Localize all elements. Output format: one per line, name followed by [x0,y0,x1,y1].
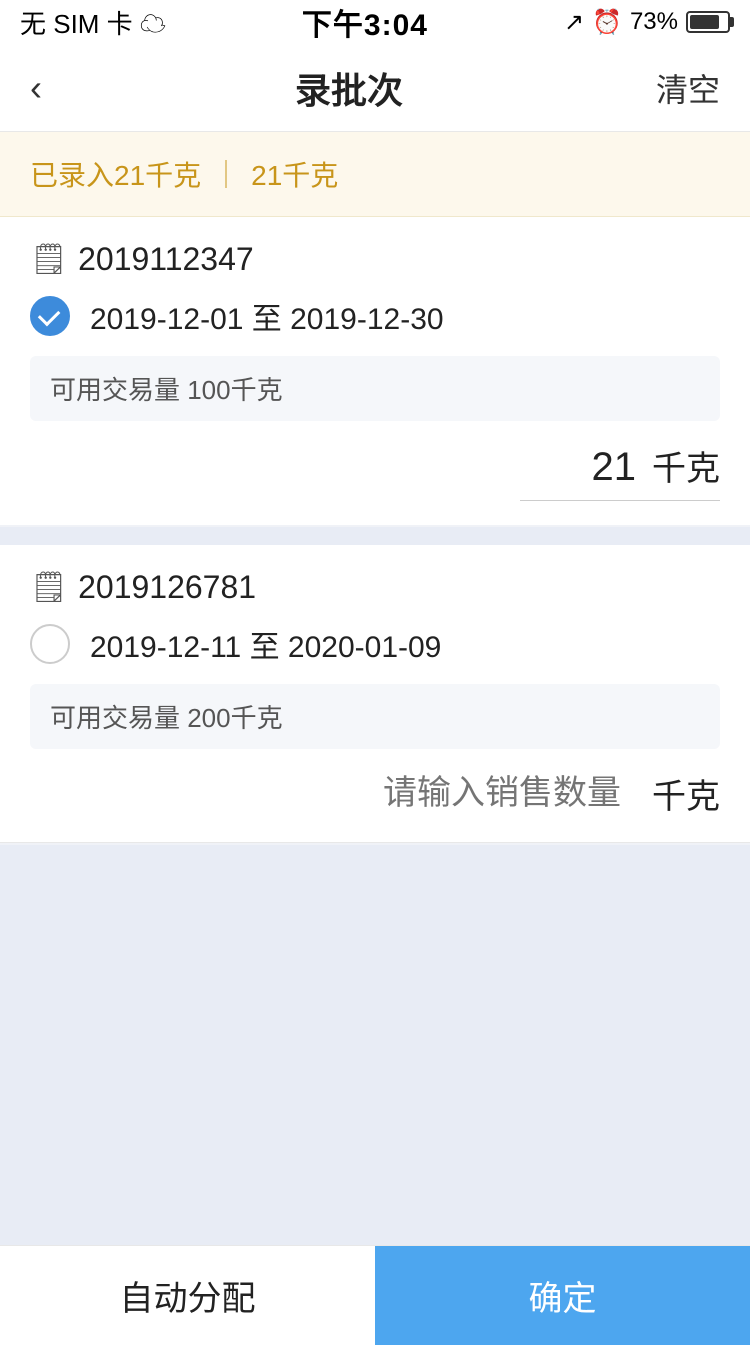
clear-button[interactable]: 清空 [656,65,720,111]
batch-id-1: 2019112347 [78,241,254,278]
qty-divider-1 [520,500,720,501]
battery-percent: 73% [630,8,678,36]
nav-bar: ‹ 录批次 清空 [0,44,750,132]
empty-area [0,845,750,1245]
status-left: 无 SIM 卡 ☁ [20,4,166,41]
avail-qty-2: 可用交易量 200千克 [30,684,720,749]
radio-btn-1[interactable] [30,296,70,336]
confirm-button[interactable]: 确定 [375,1246,750,1345]
info-banner: 已录入21千克 21千克 [0,132,750,217]
batch-id-row-1: 🗒 2019112347 [30,241,720,278]
date-row-1: 2019-12-01 至 2019-12-30 [30,294,720,338]
radio-btn-2[interactable] [30,624,70,664]
avail-qty-1: 可用交易量 100千克 [30,356,720,421]
back-button[interactable]: ‹ [30,67,42,109]
sim-text: 无 SIM 卡 ☁ [20,4,166,41]
status-right: ↗ ⏰ 73% [564,8,730,37]
status-time: 下午3:04 [302,0,428,44]
status-bar: 无 SIM 卡 ☁ 下午3:04 ↗ ⏰ 73% [0,0,750,44]
qty-unit-1: 千克 [652,441,720,490]
qty-input-row-2: 千克 [0,749,750,843]
alarm-icon: ⏰ [592,8,622,37]
recorded-qty: 已录入21千克 [30,154,201,194]
batch-card-1: 🗒 2019112347 2019-12-01 至 2019-12-30 可用交… [0,217,750,525]
location-icon: ↗ [564,8,584,37]
bottom-buttons: 自动分配 确定 [0,1245,750,1345]
date-range-1: 2019-12-01 至 2019-12-30 [90,294,444,338]
batch-card-2: 🗒 2019126781 2019-12-11 至 2020-01-09 可用交… [0,545,750,843]
date-range-2: 2019-12-11 至 2020-01-09 [90,622,441,666]
batch-card-1-inner: 🗒 2019112347 2019-12-01 至 2019-12-30 可用交… [0,217,750,421]
qty-number-1: 21 [592,445,637,490]
date-row-2: 2019-12-11 至 2020-01-09 [30,622,720,666]
total-qty: 21千克 [251,154,338,194]
batch-icon-2: 🗒 [30,570,68,605]
separator [0,527,750,545]
page-title: 录批次 [295,62,403,114]
batch-id-2: 2019126781 [78,569,256,606]
batch-id-row-2: 🗒 2019126781 [30,569,720,606]
battery-icon [686,11,730,33]
batch-card-2-inner: 🗒 2019126781 2019-12-11 至 2020-01-09 可用交… [0,545,750,749]
qty-input-2[interactable] [30,774,636,813]
qty-unit-2: 千克 [652,769,720,818]
batch-icon-1: 🗒 [30,242,68,277]
auto-distribute-button[interactable]: 自动分配 [0,1246,375,1345]
info-divider [225,160,227,188]
qty-value-row-1: 21 千克 [0,421,750,490]
